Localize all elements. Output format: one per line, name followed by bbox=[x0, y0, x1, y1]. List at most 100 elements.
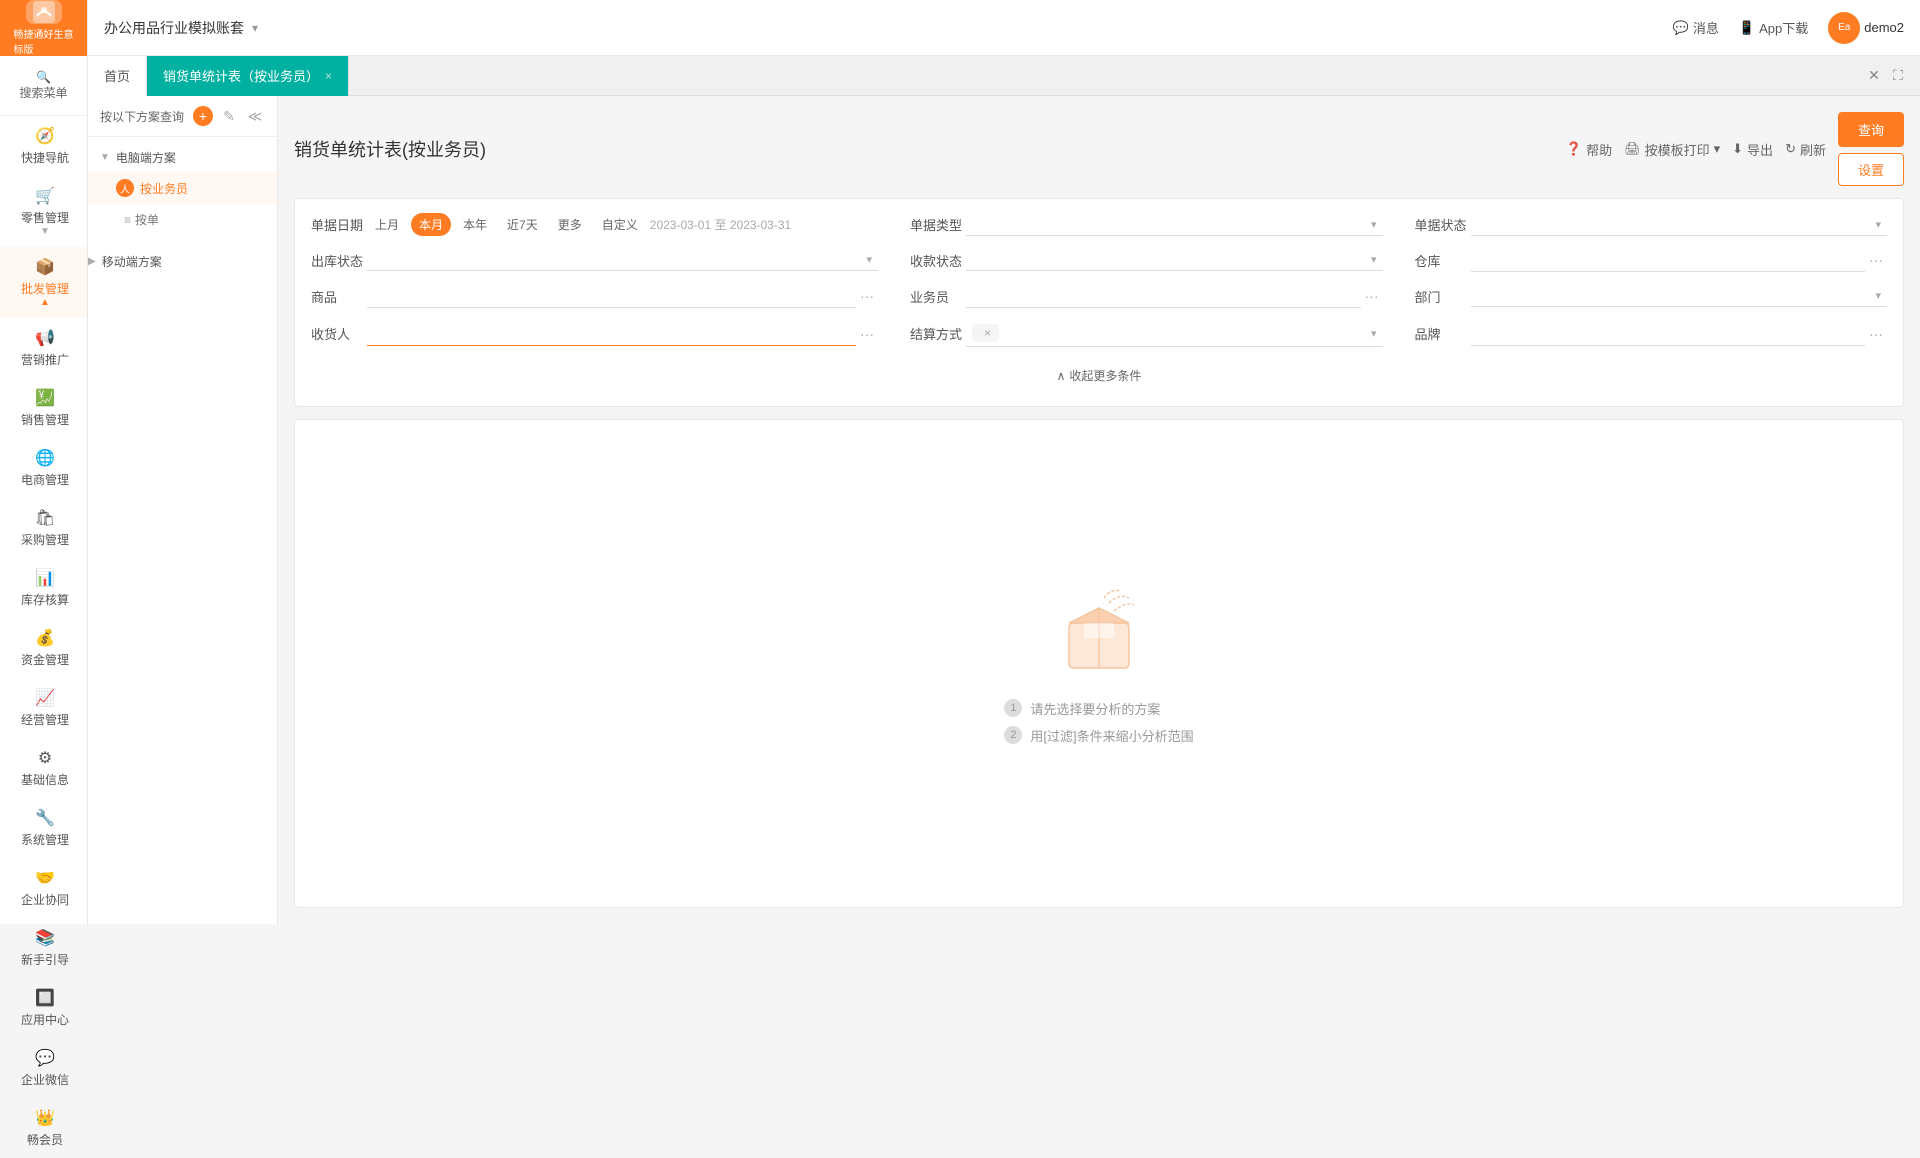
desktop-group-title[interactable]: ▼ 电脑端方案 bbox=[88, 143, 277, 172]
warehouse-label: 仓库 bbox=[1415, 251, 1471, 270]
date-last-month[interactable]: 上月 bbox=[367, 213, 407, 236]
print-button[interactable]: 🖨 按模板打印 ▾ bbox=[1624, 140, 1720, 159]
sidebar-item-system[interactable]: 🔧 系统管理 bbox=[0, 798, 87, 858]
print-icon: 🖨 bbox=[1624, 141, 1641, 157]
sidebar-item-finance[interactable]: 💰 资金管理 bbox=[0, 618, 87, 678]
sidebar-item-basic[interactable]: ⚙ 基础信息 bbox=[0, 738, 87, 798]
sidebar-item-purchase[interactable]: 🛍 采购管理 bbox=[0, 498, 87, 558]
message-icon: 💬 bbox=[1673, 20, 1689, 36]
brand-input[interactable] bbox=[1471, 322, 1866, 346]
dept-select[interactable]: ▾ bbox=[1471, 285, 1888, 307]
purchase-icon: 🛍 bbox=[35, 508, 55, 528]
setting-button[interactable]: 设置 bbox=[1838, 153, 1904, 186]
collapse-button[interactable]: ∧ 收起更多条件 bbox=[1057, 367, 1142, 384]
message-button[interactable]: 💬 消息 bbox=[1673, 18, 1719, 37]
sidebar-item-wechat[interactable]: 💬 企业微信 bbox=[0, 1038, 87, 1098]
hint-num-2: 2 bbox=[1004, 726, 1022, 744]
date-7days[interactable]: 近7天 bbox=[499, 213, 546, 236]
sidebar-item-quick-nav[interactable]: 🧭 快捷导航 bbox=[0, 116, 87, 176]
sidebar-logo[interactable]: 畅捷通好生意标版 bbox=[0, 0, 87, 56]
scheme-header-title: 按以下方案查询 bbox=[100, 108, 184, 125]
refresh-icon: ↻ bbox=[1785, 141, 1796, 157]
hint-text-1: 请先选择要分析的方案 bbox=[1030, 699, 1160, 718]
tab-report-label: 销货单统计表（按业务员） bbox=[163, 66, 319, 85]
sidebar-item-sales[interactable]: 💹 销售管理 bbox=[0, 378, 87, 438]
date-this-month[interactable]: 本月 bbox=[411, 213, 451, 236]
warehouse-field: 仓库 ··· bbox=[1415, 248, 1888, 272]
print-label: 按模板打印 bbox=[1645, 140, 1710, 159]
collapse-label: 收起更多条件 bbox=[1069, 367, 1141, 384]
print-dropdown-icon[interactable]: ▾ bbox=[1714, 141, 1721, 157]
tab-report[interactable]: 销货单统计表（按业务员） × bbox=[147, 56, 349, 96]
query-button[interactable]: 查询 bbox=[1838, 112, 1904, 147]
scheme-item-by-order[interactable]: ≡ 按单 bbox=[88, 204, 277, 235]
topbar-dropdown[interactable]: ▾ bbox=[252, 21, 258, 35]
sales-icon: 💹 bbox=[35, 388, 55, 408]
sidebar-item-wholesale[interactable]: 📦 批发管理 ▲ bbox=[0, 247, 87, 318]
date-this-year[interactable]: 本年 bbox=[455, 213, 495, 236]
sidebar-item-ecommerce[interactable]: 🌐 电商管理 bbox=[0, 438, 87, 498]
search-label: 搜索菜单 bbox=[19, 84, 67, 101]
filter-row-2: 出库状态 ▾ 收款状态 ▾ bbox=[311, 248, 1887, 272]
sidebar-item-inventory[interactable]: 📊 库存核算 bbox=[0, 558, 87, 618]
collapse-scheme-button[interactable]: ≪ bbox=[245, 106, 265, 126]
date-custom[interactable]: 自定义 bbox=[594, 213, 646, 236]
logo-text: 畅捷通好生意标版 bbox=[14, 26, 74, 56]
help-button[interactable]: ❓ 帮助 bbox=[1566, 140, 1612, 159]
receipt-status-select[interactable]: ▾ bbox=[966, 249, 1383, 271]
help-label: 帮助 bbox=[1586, 140, 1612, 159]
warehouse-input[interactable] bbox=[1471, 248, 1866, 272]
user-section[interactable]: Ea demo2 bbox=[1828, 12, 1904, 44]
consignee-more[interactable]: ··· bbox=[856, 326, 878, 342]
brand-more[interactable]: ··· bbox=[1865, 326, 1887, 342]
marketing-icon: 📢 bbox=[35, 328, 55, 348]
consignee-input[interactable] bbox=[367, 322, 856, 346]
page-title: 销货单统计表(按业务员) bbox=[294, 136, 486, 162]
mobile-group-title[interactable]: ▶ 移动端方案 bbox=[88, 247, 277, 276]
date-range-display: 2023-03-01 至 2023-03-31 bbox=[650, 216, 791, 233]
add-scheme-button[interactable]: + bbox=[193, 106, 213, 126]
window-maximize-button[interactable]: ⛶ bbox=[1888, 66, 1908, 86]
sidebar-item-guide[interactable]: 📚 新手引导 bbox=[0, 918, 87, 978]
scheme-header: 按以下方案查询 + ✎ ≪ bbox=[88, 96, 277, 137]
desktop-group-arrow: ▼ bbox=[100, 152, 110, 163]
content-area: 按以下方案查询 + ✎ ≪ ▼ 电脑端方案 人 按业务员 ≡ 按单 bbox=[88, 96, 1920, 924]
sidebar-item-apps[interactable]: 🔲 应用中心 bbox=[0, 978, 87, 1038]
salesperson-input[interactable] bbox=[966, 284, 1361, 308]
report-title-bar: 销货单统计表(按业务员) ❓ 帮助 🖨 按模板打印 ▾ ⬇ 导出 bbox=[294, 112, 1904, 186]
scheme-item-by-salesperson[interactable]: 人 按业务员 bbox=[88, 172, 277, 204]
order-sub-icon: ≡ bbox=[124, 213, 131, 227]
goods-input[interactable] bbox=[367, 284, 856, 308]
payment-label: 结算方式 bbox=[910, 324, 966, 343]
sidebar-item-cooperation[interactable]: 🤝 企业协同 bbox=[0, 858, 87, 918]
guide-label: 新手引导 bbox=[21, 951, 69, 968]
salesperson-more[interactable]: ··· bbox=[1361, 288, 1383, 304]
doc-status-select[interactable]: ▾ bbox=[1471, 214, 1888, 236]
tab-home[interactable]: 首页 bbox=[88, 56, 147, 96]
wholesale-icon: 📦 bbox=[35, 257, 55, 277]
empty-illustration bbox=[1049, 583, 1149, 683]
sidebar-item-operation[interactable]: 📈 经营管理 bbox=[0, 678, 87, 738]
search-menu-button[interactable]: 🔍 搜索菜单 bbox=[8, 64, 79, 107]
tab-close-button[interactable]: × bbox=[325, 69, 332, 83]
export-button[interactable]: ⬇ 导出 bbox=[1732, 140, 1773, 159]
main-area: 办公用品行业模拟账套 ▾ 💬 消息 📱 App下载 Ea demo2 首页 bbox=[88, 0, 1920, 924]
compass-icon: 🧭 bbox=[35, 126, 55, 146]
refresh-button[interactable]: ↻ 刷新 bbox=[1785, 140, 1826, 159]
payment-select[interactable]: × ▾ bbox=[966, 320, 1383, 347]
date-more[interactable]: 更多 bbox=[550, 213, 590, 236]
edit-scheme-button[interactable]: ✎ bbox=[219, 106, 239, 126]
payment-tag-close[interactable]: × bbox=[984, 326, 991, 340]
sidebar-item-marketing[interactable]: 📢 营销推广 bbox=[0, 318, 87, 378]
goods-more[interactable]: ··· bbox=[856, 288, 878, 304]
warehouse-more[interactable]: ··· bbox=[1865, 252, 1887, 268]
doc-type-select[interactable]: ▾ bbox=[966, 214, 1383, 236]
window-close-button[interactable]: ✕ bbox=[1864, 66, 1884, 86]
scheme-group-mobile: ▶ 移动端方案 bbox=[88, 241, 277, 282]
app-download-button[interactable]: 📱 App下载 bbox=[1739, 18, 1808, 37]
mobile-group-arrow: ▶ bbox=[88, 256, 96, 267]
sidebar-item-retail[interactable]: 🛒 零售管理 ▼ bbox=[0, 176, 87, 247]
sidebar-item-member[interactable]: 👑 畅会员 bbox=[0, 1098, 87, 1158]
out-status-select[interactable]: ▾ bbox=[367, 249, 878, 271]
wechat-icon: 💬 bbox=[35, 1048, 55, 1068]
